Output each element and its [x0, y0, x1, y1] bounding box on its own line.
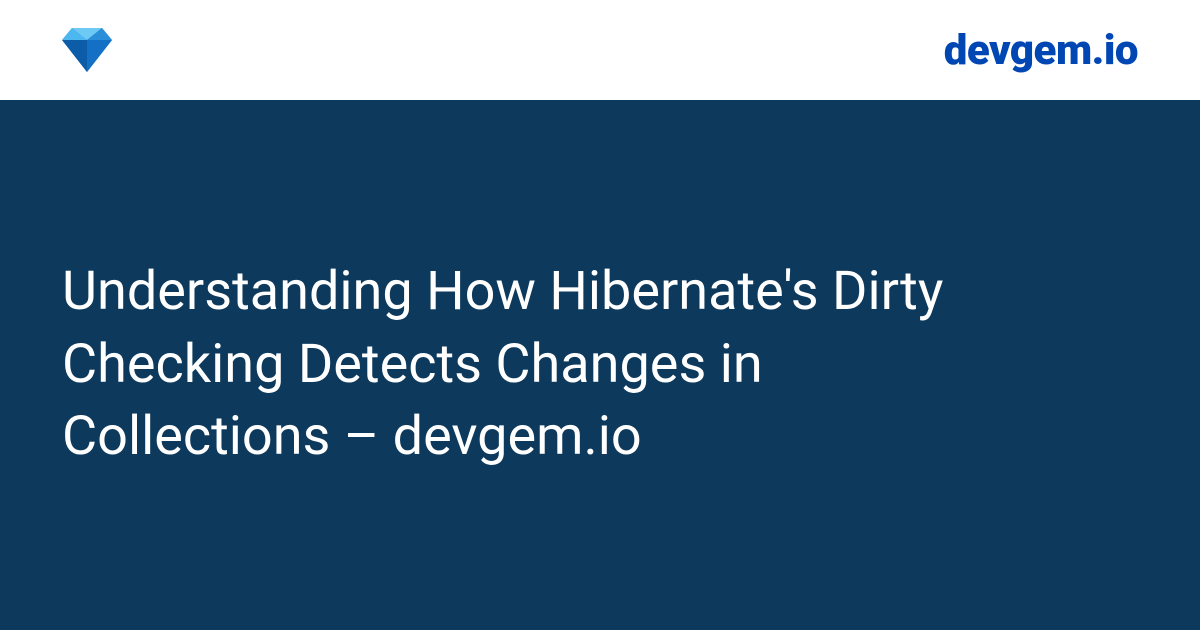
page-title: Understanding How Hibernate's Dirty Chec…	[62, 256, 962, 475]
header: devgem.io	[0, 0, 1200, 100]
site-name: devgem.io	[944, 26, 1138, 75]
gem-icon	[62, 25, 112, 75]
hero: Understanding How Hibernate's Dirty Chec…	[0, 100, 1200, 630]
